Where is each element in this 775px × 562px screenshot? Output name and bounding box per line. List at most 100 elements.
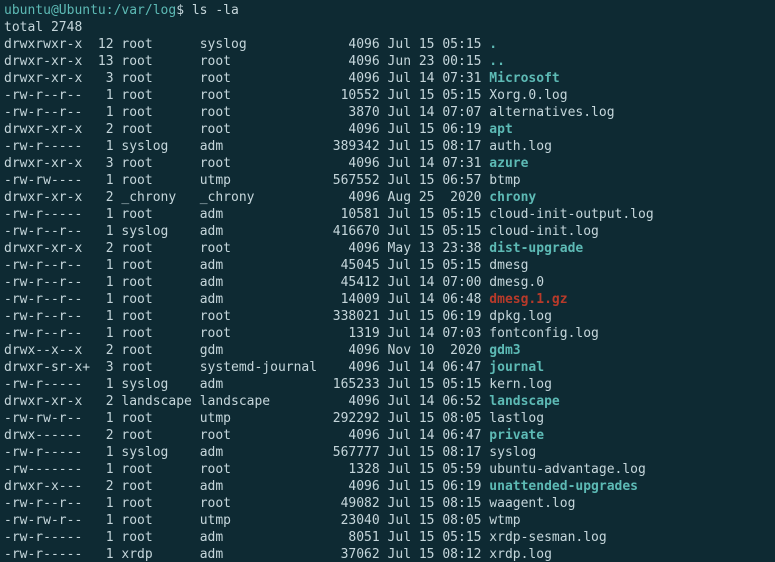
- group: adm: [200, 479, 317, 494]
- size: 4096: [317, 343, 380, 358]
- group: gdm: [200, 343, 317, 358]
- listing-row: -rw-r--r-- 1 syslog adm 416670 Jul 15 05…: [4, 223, 771, 240]
- listing-row: drwxr-x--- 2 root adm 4096 Jul 15 06:19 …: [4, 478, 771, 495]
- listing-row: -rw-r----- 1 root adm 8051 Jul 15 05:15 …: [4, 529, 771, 546]
- group: utmp: [200, 173, 317, 188]
- listing-row: -rw-r--r-- 1 root root 3870 Jul 14 07:07…: [4, 104, 771, 121]
- listing-row: drwxr-xr-x 2 root root 4096 May 13 23:38…: [4, 240, 771, 257]
- file-name: wtmp: [489, 513, 520, 528]
- group: utmp: [200, 513, 317, 528]
- date: Jul 15 08:17: [388, 139, 482, 154]
- links: 1: [90, 224, 113, 239]
- size: 567552: [317, 173, 380, 188]
- size: 8051: [317, 530, 380, 545]
- group: adm: [200, 275, 317, 290]
- size: 10581: [317, 207, 380, 222]
- links: 1: [90, 292, 113, 307]
- size: 416670: [317, 224, 380, 239]
- links: 1: [90, 547, 113, 562]
- perm: -rw-r--r--: [4, 326, 90, 341]
- listing-row: drwxr-xr-x 3 root root 4096 Jul 14 07:31…: [4, 70, 771, 87]
- prompt-user-host: ubuntu@Ubuntu: [4, 3, 106, 18]
- perm: -rw-r--r--: [4, 105, 90, 120]
- group: utmp: [200, 411, 317, 426]
- prompt-path: /var/log: [114, 3, 177, 18]
- listing-row: -rw-rw-r-- 1 root utmp 292292 Jul 15 08:…: [4, 410, 771, 427]
- date: Jun 23 00:15: [388, 54, 482, 69]
- perm: drwxr-xr-x: [4, 394, 90, 409]
- size: 23040: [317, 513, 380, 528]
- group: root: [200, 241, 317, 256]
- group: adm: [200, 547, 317, 562]
- date: Jul 14 06:52: [388, 394, 482, 409]
- size: 3870: [317, 105, 380, 120]
- listing-row: -rw-r--r-- 1 root adm 45412 Jul 14 07:00…: [4, 274, 771, 291]
- links: 1: [90, 88, 113, 103]
- date: Jul 15 05:15: [388, 37, 482, 52]
- size: 4096: [317, 394, 380, 409]
- file-name: .: [489, 37, 497, 52]
- file-name: Xorg.0.log: [489, 88, 567, 103]
- owner: root: [121, 37, 191, 52]
- owner: root: [121, 275, 191, 290]
- date: Jul 15 05:15: [388, 88, 482, 103]
- listing-row: drwx------ 2 root root 4096 Jul 14 06:47…: [4, 427, 771, 444]
- perm: -rw-r--r--: [4, 258, 90, 273]
- group: root: [200, 496, 317, 511]
- date: Aug 25 2020: [388, 190, 482, 205]
- file-name: ubuntu-advantage.log: [489, 462, 646, 477]
- group: adm: [200, 207, 317, 222]
- group: syslog: [200, 37, 317, 52]
- links: 2: [90, 122, 113, 137]
- total-line: total 2748: [4, 19, 771, 36]
- file-name: dmesg.1.gz: [489, 292, 567, 307]
- size: 45045: [317, 258, 380, 273]
- date: Jul 15 05:15: [388, 224, 482, 239]
- date: Jul 15 06:19: [388, 479, 482, 494]
- listing-row: -rw-r--r-- 1 root root 49082 Jul 15 08:1…: [4, 495, 771, 512]
- file-name: alternatives.log: [489, 105, 614, 120]
- group: adm: [200, 445, 317, 460]
- owner: root: [121, 207, 191, 222]
- listing-row: -rw-r----- 1 syslog adm 389342 Jul 15 08…: [4, 138, 771, 155]
- owner: root: [121, 241, 191, 256]
- perm: -rw-rw-r--: [4, 411, 90, 426]
- group: adm: [200, 224, 317, 239]
- file-name: lastlog: [489, 411, 544, 426]
- size: 14009: [317, 292, 380, 307]
- links: 1: [90, 462, 113, 477]
- file-name: gdm3: [489, 343, 520, 358]
- owner: root: [121, 462, 191, 477]
- perm: drwxr-xr-x: [4, 241, 90, 256]
- size: 292292: [317, 411, 380, 426]
- file-name: dpkg.log: [489, 309, 552, 324]
- owner: root: [121, 428, 191, 443]
- date: Jul 14 07:07: [388, 105, 482, 120]
- links: 2: [90, 241, 113, 256]
- group: adm: [200, 377, 317, 392]
- owner: syslog: [121, 139, 191, 154]
- listing-row: -rw-r--r-- 1 root root 338021 Jul 15 06:…: [4, 308, 771, 325]
- listing-row: -rw-r----- 1 syslog adm 567777 Jul 15 08…: [4, 444, 771, 461]
- size: 4096: [317, 122, 380, 137]
- links: 2: [90, 190, 113, 205]
- perm: -rw-r--r--: [4, 309, 90, 324]
- file-name: xrdp.log: [489, 547, 552, 562]
- date: Jul 15 08:05: [388, 411, 482, 426]
- links: 1: [90, 173, 113, 188]
- perm: -rw-r-----: [4, 207, 90, 222]
- prompt-row: ubuntu@Ubuntu:/var/log$ ls -la: [4, 2, 771, 19]
- listing-row: drwxr-xr-x 2 landscape landscape 4096 Ju…: [4, 393, 771, 410]
- perm: -rw-r-----: [4, 547, 90, 562]
- listing-row: drwxr-xr-x 2 root root 4096 Jul 15 06:19…: [4, 121, 771, 138]
- date: Jul 14 07:00: [388, 275, 482, 290]
- terminal[interactable]: ubuntu@Ubuntu:/var/log$ ls -la total 274…: [0, 0, 775, 562]
- size: 1319: [317, 326, 380, 341]
- file-name: cloud-init.log: [489, 224, 599, 239]
- links: 1: [90, 411, 113, 426]
- file-name: ..: [489, 54, 505, 69]
- perm: -rw-r--r--: [4, 224, 90, 239]
- owner: syslog: [121, 224, 191, 239]
- owner: root: [121, 88, 191, 103]
- links: 2: [90, 394, 113, 409]
